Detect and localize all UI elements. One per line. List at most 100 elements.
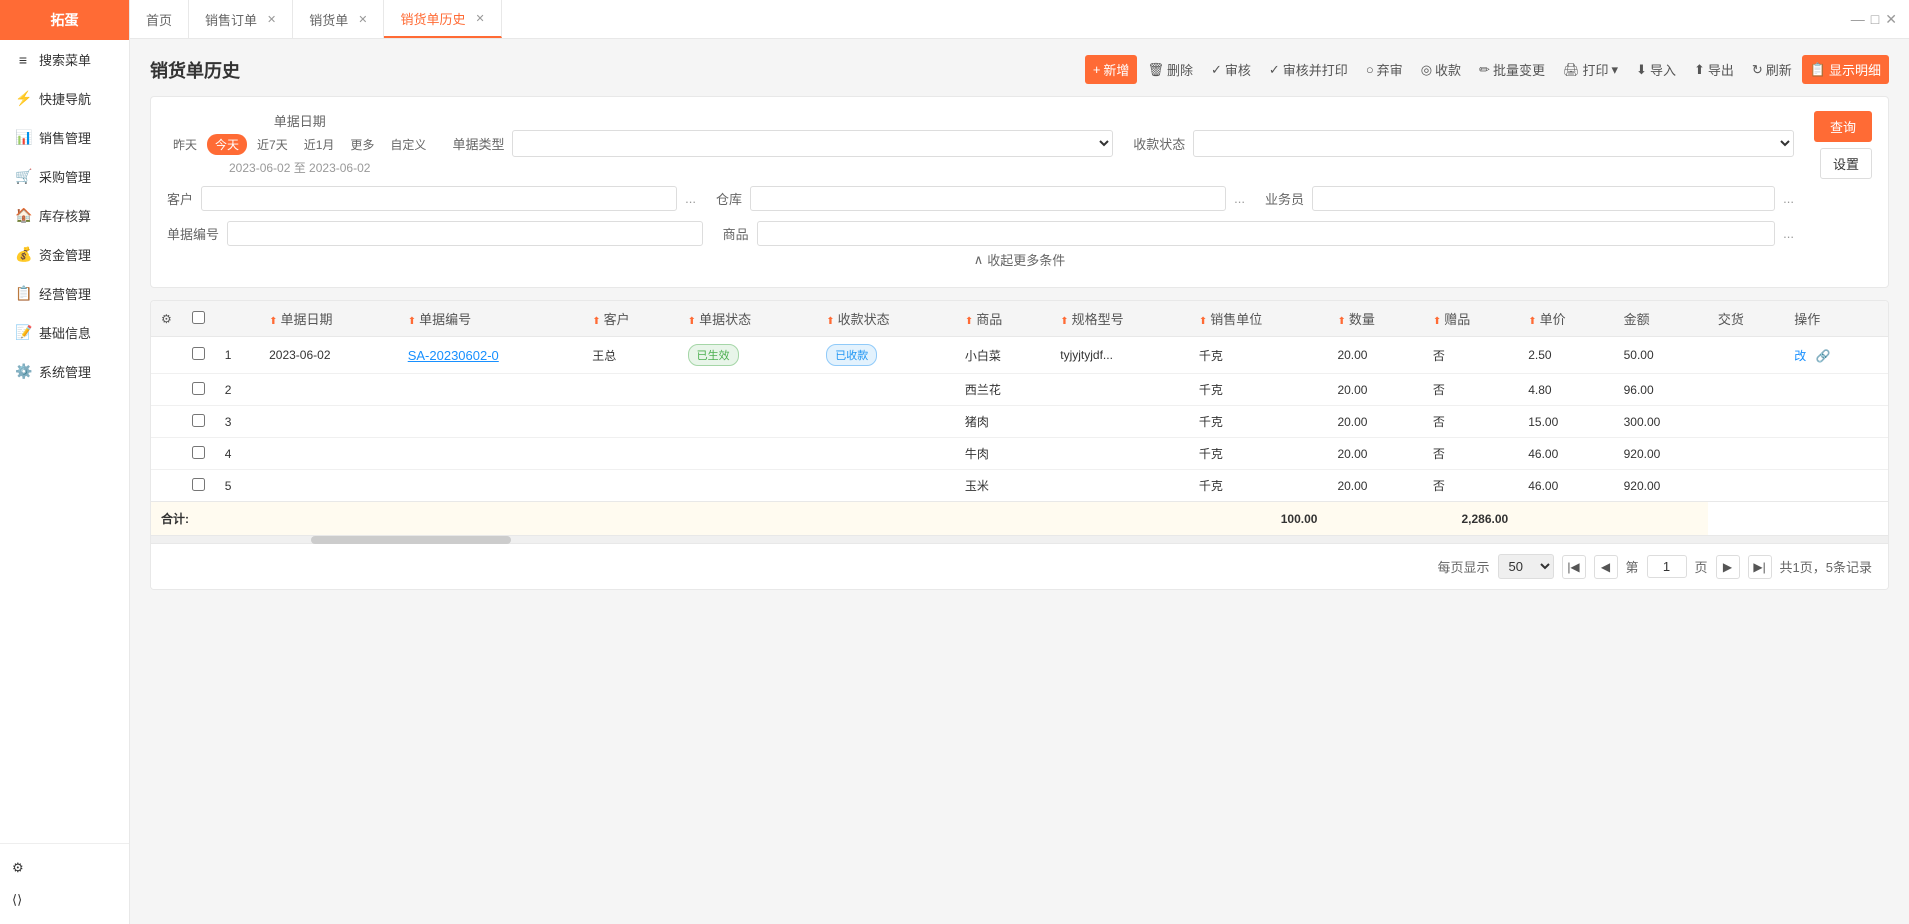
sidebar-item-system-mgmt[interactable]: ⚙️ 系统管理 [0,352,129,391]
th-doc-status[interactable]: ⬆单据状态 [678,301,817,337]
show-detail-button[interactable]: 📋 显示明细 [1802,55,1889,84]
query-button[interactable]: 查询 [1814,111,1872,142]
sidebar-item-purchase-mgmt[interactable]: 🛒 采购管理 [0,157,129,196]
doc-no-link[interactable]: SA-20230602-0 [408,348,499,363]
batch-change-button[interactable]: ✏ 批量变更 [1471,55,1553,84]
tab-sales-goods[interactable]: 销货单 ✕ [293,0,384,38]
doc-type-select[interactable] [512,130,1113,157]
cell-checkbox[interactable] [182,470,215,502]
cell-doc-no[interactable]: SA-20230602-0 [398,337,583,374]
page-size-select[interactable]: 20 50 100 [1498,554,1554,579]
goods-input[interactable] [757,221,1775,246]
row-checkbox[interactable] [192,347,205,360]
sidebar-item-quick-nav[interactable]: ⚡ 快捷导航 [0,79,129,118]
maximize-button[interactable]: □ [1871,11,1879,27]
tab-sales-order[interactable]: 销售订单 ✕ [189,0,293,38]
customer-input[interactable] [201,186,677,211]
audit-button[interactable]: ✓ 审核 [1203,55,1259,84]
tab-sales-goods-close[interactable]: ✕ [358,13,367,26]
date-1month[interactable]: 近1月 [298,134,341,155]
sidebar-item-operations-mgmt[interactable]: 📋 经营管理 [0,274,129,313]
filter-customer: 客户 ... [167,186,696,211]
audit-print-button[interactable]: ✓ 审核并打印 [1261,55,1356,84]
filter-settings-button[interactable]: 设置 [1820,148,1872,179]
filter-payment-status: 收款状态 [1133,130,1794,157]
sidebar-item-sales-mgmt[interactable]: 📊 销售管理 [0,118,129,157]
tab-sales-history-close[interactable]: ✕ [476,12,485,25]
date-more[interactable]: 更多 [344,134,380,155]
row-checkbox[interactable] [192,382,205,395]
abandon-button[interactable]: ○ 弃审 [1358,55,1411,84]
collect-icon: ◎ [1421,62,1432,78]
salesman-input[interactable] [1312,186,1775,211]
select-all-checkbox[interactable] [192,311,205,324]
th-payment-status[interactable]: ⬆收款状态 [816,301,955,337]
th-goods[interactable]: ⬆商品 [955,301,1050,337]
link-action[interactable]: 🔗 [1816,349,1831,363]
next-page-button[interactable]: ▶ [1716,555,1740,579]
date-7days[interactable]: 近7天 [251,134,294,155]
goods-ellipsis[interactable]: ... [1783,226,1794,241]
sidebar-bottom-settings[interactable]: ⚙ [0,852,129,884]
sidebar-bottom-collapse[interactable]: ⟨⟩ [0,884,129,916]
cell-checkbox[interactable] [182,438,215,470]
date-yesterday[interactable]: 昨天 [167,134,203,155]
payment-status-select[interactable] [1193,130,1794,157]
sort-icon: ⬆ [1199,316,1207,327]
edit-action[interactable]: 改 [1794,349,1806,363]
close-button[interactable]: ✕ [1885,11,1897,28]
th-gift[interactable]: ⬆赠品 [1423,301,1518,337]
cell-checkbox[interactable] [182,406,215,438]
th-unit[interactable]: ⬆销售单位 [1189,301,1328,337]
collapse-button[interactable]: ∧ 收起更多条件 [167,246,1872,273]
payment-status-badge: 已收款 [826,344,877,366]
tab-home[interactable]: 首页 [130,0,189,38]
tab-sales-history[interactable]: 销货单历史 ✕ [384,0,501,38]
minimize-button[interactable]: — [1851,11,1865,27]
page-input[interactable] [1647,555,1687,578]
row-checkbox[interactable] [192,478,205,491]
collapse-label: 收起更多条件 [987,250,1065,269]
sidebar-item-search-menu[interactable]: ≡ 搜索菜单 [0,40,129,79]
export-button[interactable]: ⬆ 导出 [1686,55,1742,84]
new-button[interactable]: + 新增 [1085,55,1138,84]
th-doc-no[interactable]: ⬆单据编号 [398,301,583,337]
th-customer[interactable]: ⬆客户 [582,301,677,337]
th-quantity[interactable]: ⬆数量 [1327,301,1422,337]
tab-sales-order-close[interactable]: ✕ [267,13,276,26]
customer-ellipsis[interactable]: ... [685,191,696,206]
date-today[interactable]: 今天 [207,134,247,155]
refresh-button[interactable]: ↻ 刷新 [1744,55,1800,84]
sort-icon: ⬆ [592,316,600,327]
finance-icon: 💰 [15,246,31,263]
warehouse-input[interactable] [750,186,1226,211]
print-button[interactable]: 🖨 打印 ▾ [1555,55,1626,84]
last-page-button[interactable]: ▶| [1748,555,1772,579]
sidebar-item-finance-mgmt[interactable]: 💰 资金管理 [0,235,129,274]
audit-label: 审核 [1225,60,1251,79]
row-checkbox[interactable] [192,446,205,459]
scrollbar-thumb[interactable] [311,536,511,544]
warehouse-ellipsis[interactable]: ... [1234,191,1245,206]
date-custom[interactable]: 自定义 [384,134,432,155]
th-settings[interactable]: ⚙ [151,301,182,337]
cell-checkbox[interactable] [182,374,215,406]
th-unit-price[interactable]: ⬆单价 [1518,301,1613,337]
salesman-ellipsis[interactable]: ... [1783,191,1794,206]
cell-amount: 920.00 [1614,470,1708,502]
delete-button[interactable]: 🗑 删除 [1139,55,1201,84]
cell-checkbox[interactable] [182,337,215,374]
row-checkbox[interactable] [192,414,205,427]
sidebar-item-inventory[interactable]: 🏠 库存核算 [0,196,129,235]
prev-page-button[interactable]: ◀ [1594,555,1618,579]
horizontal-scrollbar[interactable] [151,535,1888,543]
doc-no-input[interactable] [227,221,703,246]
th-spec[interactable]: ⬆规格型号 [1050,301,1189,337]
sidebar-item-basic-info[interactable]: 📝 基础信息 [0,313,129,352]
th-checkbox[interactable] [182,301,215,337]
import-button[interactable]: ⬇ 导入 [1628,55,1684,84]
th-doc-date[interactable]: ⬆单据日期 [259,301,398,337]
cell-doc-status [678,374,817,406]
first-page-button[interactable]: |◀ [1562,555,1586,579]
collect-button[interactable]: ◎ 收款 [1413,55,1469,84]
